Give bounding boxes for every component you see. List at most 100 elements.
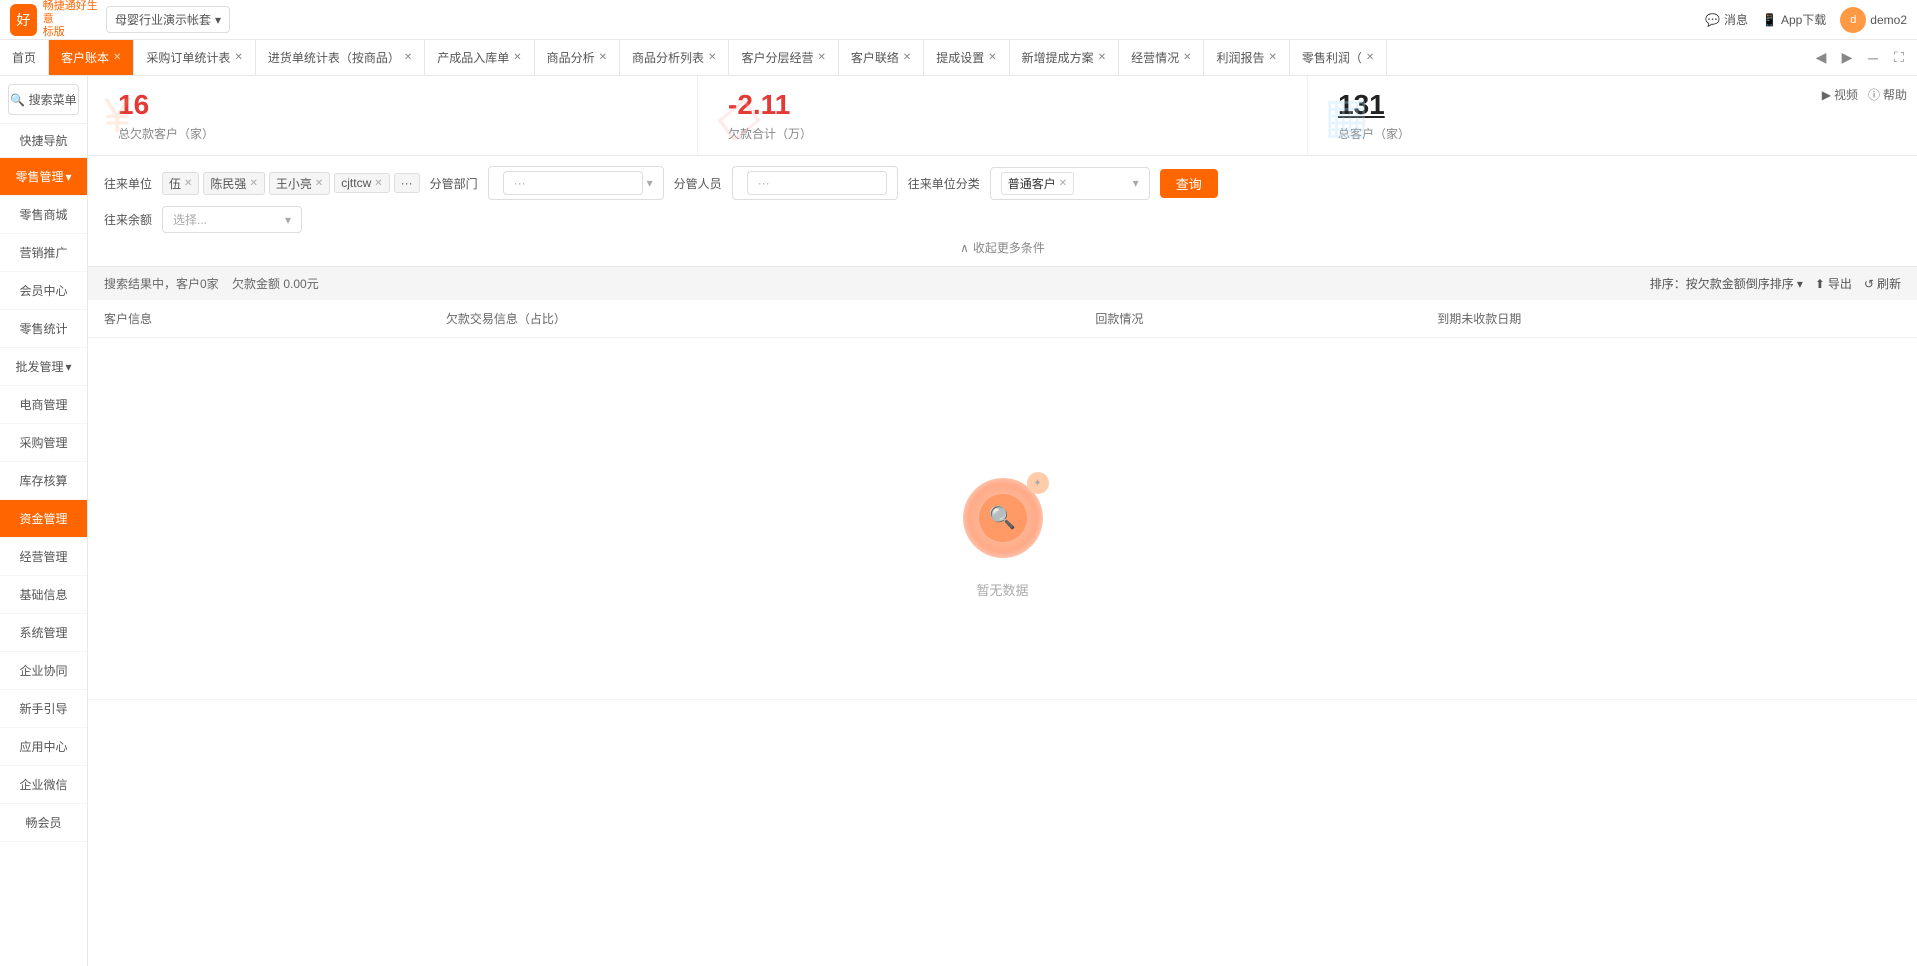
stat-label-debt: 欠款合计（万）: [728, 125, 1277, 142]
refresh-button[interactable]: ↺ 刷新: [1864, 275, 1901, 292]
close-tab-profit-report[interactable]: ✕: [1269, 52, 1277, 63]
close-tab-product-inbound[interactable]: ✕: [513, 52, 521, 63]
unit-tag-more[interactable]: ···: [394, 173, 420, 193]
help-button[interactable]: ⓘ 帮助: [1868, 86, 1907, 103]
unit-tag-wu: 伍 ✕: [162, 172, 199, 195]
app-download-button[interactable]: 📱 App下载: [1762, 11, 1826, 28]
close-tab-product-analysis-list[interactable]: ✕: [708, 52, 716, 63]
empty-state-row: 🔍 ✦ 暂无数据: [88, 338, 1917, 700]
dept-filter-select[interactable]: ··· ▾: [488, 166, 664, 200]
sidebar-item-retail-mgmt[interactable]: 零售管理 ▾: [0, 158, 87, 196]
remove-unit-wang[interactable]: ✕: [315, 178, 323, 189]
tab-minimize-button[interactable]: ─: [1861, 46, 1885, 70]
message-button[interactable]: 💬 消息: [1705, 11, 1748, 28]
quick-nav-button[interactable]: 快捷导航: [0, 124, 87, 158]
sidebar-item-wholesale-mgmt[interactable]: 批发管理 ▾: [0, 348, 87, 386]
tab-customer-contact[interactable]: 客户联络 ✕: [839, 40, 924, 76]
col-customer-info: 客户信息: [88, 300, 430, 338]
logo-text: 畅捷通好生意 标版: [43, 0, 98, 39]
sidebar-item-newbie-guide[interactable]: 新手引导: [0, 690, 87, 728]
close-tab-inbound-stats[interactable]: ✕: [404, 52, 412, 63]
tab-customer-tier[interactable]: 客户分层经营 ✕: [729, 40, 838, 76]
sidebar-item-capital-mgmt[interactable]: 资金管理: [0, 500, 87, 538]
filter-row-2: 往来余额 选择... ▾: [104, 206, 1901, 233]
sidebar-item-system-mgmt[interactable]: 系统管理: [0, 614, 87, 652]
stat-actions: ▶ 视频 ⓘ 帮助: [1822, 86, 1907, 103]
tab-product-analysis-list[interactable]: 商品分析列表 ✕: [620, 40, 729, 76]
sidebar-item-inventory-check[interactable]: 库存核算: [0, 462, 87, 500]
logo-icon: 好: [10, 4, 37, 36]
close-tab-retail-profit[interactable]: ✕: [1366, 52, 1374, 63]
close-tab-operations[interactable]: ✕: [1183, 52, 1191, 63]
close-tab-product-analysis[interactable]: ✕: [599, 52, 607, 63]
unit-tag-chen: 陈民强 ✕: [203, 172, 264, 195]
tab-retail-profit[interactable]: 零售利润（ ✕: [1290, 40, 1387, 76]
tab-promotion-settings[interactable]: 提成设置 ✕: [924, 40, 1009, 76]
results-bar: 搜索结果中，客户0家 欠款金额 0.00元 排序：按欠款金额倒序排序 ▾ ⬆ 导…: [88, 267, 1917, 300]
sidebar-item-retail-mall[interactable]: 零售商城: [0, 196, 87, 234]
stat-bg-icon-customers: ▦: [1324, 88, 1369, 144]
results-summary: 搜索结果中，客户0家 欠款金额 0.00元: [104, 275, 319, 292]
tab-product-inbound[interactable]: 产成品入库单 ✕: [425, 40, 534, 76]
stat-bg-icon-debtors: ¥: [104, 88, 131, 143]
person-filter-select[interactable]: ···: [732, 166, 898, 200]
sidebar-item-ops-mgmt[interactable]: 经营管理: [0, 538, 87, 576]
close-tab-promotion-settings[interactable]: ✕: [988, 52, 996, 63]
refresh-icon: ↺: [1864, 277, 1874, 291]
close-tab-new-achievement[interactable]: ✕: [1098, 52, 1106, 63]
close-tab-purchase-order-stats[interactable]: ✕: [234, 52, 242, 63]
sidebar-item-member-center[interactable]: 会员中心: [0, 272, 87, 310]
sidebar-item-vip-member[interactable]: 畅会员: [0, 804, 87, 842]
org-selector[interactable]: 母婴行业演示帐套 ▾: [106, 6, 230, 33]
search-menu-button[interactable]: 🔍 搜索菜单: [8, 84, 79, 115]
sidebar-item-app-center[interactable]: 应用中心: [0, 728, 87, 766]
tab-operations[interactable]: 经营情况 ✕: [1119, 40, 1204, 76]
video-button[interactable]: ▶ 视频: [1822, 86, 1858, 103]
sidebar-item-enterprise-collab[interactable]: 企业协同: [0, 652, 87, 690]
tab-home[interactable]: 首页: [0, 40, 49, 76]
message-icon: 💬: [1705, 13, 1720, 27]
remove-category-normal[interactable]: ✕: [1059, 178, 1067, 189]
query-button[interactable]: 查询: [1160, 169, 1218, 198]
sort-select[interactable]: 排序：按欠款金额倒序排序 ▾: [1650, 275, 1803, 292]
tab-customer-account[interactable]: 客户账本 ✕: [49, 40, 134, 76]
tab-new-achievement[interactable]: 新增提成方案 ✕: [1010, 40, 1119, 76]
collapse-button[interactable]: ∧ 收起更多条件: [960, 239, 1045, 256]
close-tab-customer-contact[interactable]: ✕: [903, 52, 911, 63]
sidebar-item-enterprise-wechat[interactable]: 企业微信: [0, 766, 87, 804]
sidebar-item-ecommerce-mgmt[interactable]: 电商管理: [0, 386, 87, 424]
remove-unit-cjttcw[interactable]: ✕: [374, 178, 382, 189]
tab-inbound-stats[interactable]: 进货单统计表（按商品） ✕: [256, 40, 425, 76]
tab-prev-button[interactable]: ◀: [1809, 46, 1833, 70]
close-tab-customer-account[interactable]: ✕: [113, 52, 121, 63]
tab-profit-report[interactable]: 利润报告 ✕: [1204, 40, 1289, 76]
tab-next-button[interactable]: ▶: [1835, 46, 1859, 70]
sidebar-item-purchase-mgmt[interactable]: 采购管理: [0, 424, 87, 462]
unit-category-select[interactable]: 普通客户 ✕ ▾: [990, 167, 1150, 200]
remove-unit-chen[interactable]: ✕: [249, 178, 257, 189]
export-button[interactable]: ⬆ 导出: [1815, 275, 1852, 292]
unit-tag-cjttcw: cjttcw ✕: [334, 173, 389, 193]
stat-label-customers: 总客户（家）: [1338, 125, 1887, 142]
balance-filter-select[interactable]: 选择... ▾: [162, 206, 302, 233]
dept-arrow-icon: ▾: [647, 176, 653, 190]
sidebar-item-retail-stats[interactable]: 零售统计: [0, 310, 87, 348]
sidebar-item-basic-info[interactable]: 基础信息: [0, 576, 87, 614]
category-arrow-icon: ▾: [1133, 176, 1139, 190]
empty-icon: 🔍 ✦: [963, 478, 1043, 558]
balance-arrow-icon: ▾: [285, 213, 291, 227]
close-tab-customer-tier[interactable]: ✕: [817, 52, 825, 63]
sidebar-search: 🔍 搜索菜单: [0, 76, 87, 124]
search-icon: 🔍: [10, 93, 25, 107]
unit-tag-wang: 王小亮 ✕: [269, 172, 330, 195]
tab-maximize-button[interactable]: ⛶: [1887, 46, 1911, 70]
col-debt-info: 欠款交易信息（占比）: [430, 300, 1080, 338]
user-profile[interactable]: d demo2: [1840, 7, 1907, 33]
tab-purchase-order-stats[interactable]: 采购订单统计表 ✕: [134, 40, 255, 76]
tab-product-analysis[interactable]: 商品分析 ✕: [535, 40, 620, 76]
sidebar-item-marketing[interactable]: 营销推广: [0, 234, 87, 272]
stat-label-debtors: 总欠款客户（家）: [118, 125, 667, 142]
stats-bar: ¥ 16 总欠款客户（家） ◇ -2.11 欠款合计（万） ▦ 131 总客户（…: [88, 76, 1917, 156]
remove-unit-wu[interactable]: ✕: [184, 178, 192, 189]
chevron-up-icon: ∧: [960, 241, 969, 255]
